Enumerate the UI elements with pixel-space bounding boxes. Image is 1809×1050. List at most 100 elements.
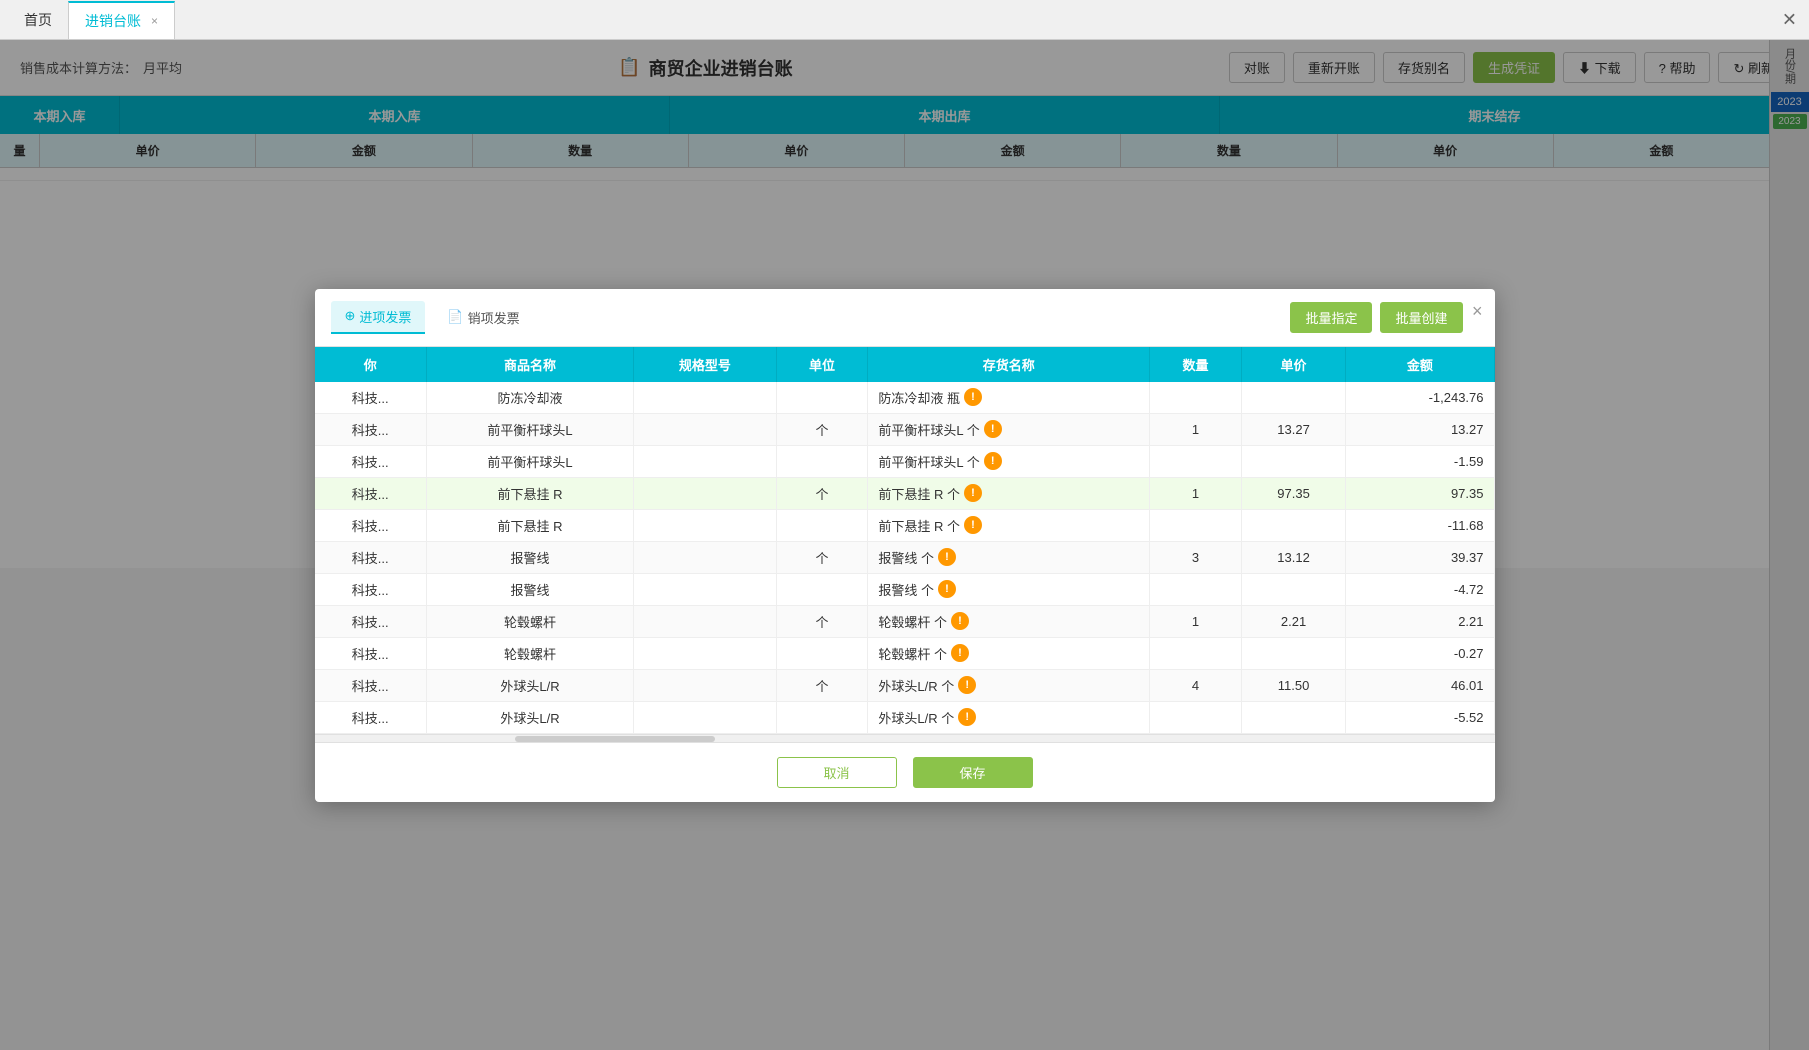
tab-bar: 首页 进销台账 × ✕ — [0, 0, 1809, 40]
cell-row4-col7: -11.68 — [1346, 509, 1494, 541]
inventory-name-row0: 防冻冷却液 瓶 — [878, 388, 960, 407]
cell-row7-col3: 个 — [776, 605, 868, 637]
scrollbar-thumb[interactable] — [515, 736, 715, 742]
cell-row2-col4[interactable]: 前平衡杆球头L 个! — [868, 445, 1150, 477]
cell-row7-col7: 2.21 — [1346, 605, 1494, 637]
warning-icon-row0[interactable]: ! — [964, 388, 982, 406]
cell-row6-col1: 报警线 — [426, 573, 633, 605]
cell-row9-col4[interactable]: 外球头L/R 个! — [868, 669, 1150, 701]
cell-row2-col0: 科技... — [315, 445, 427, 477]
cell-row7-col1: 轮毂螺杆 — [426, 605, 633, 637]
cell-row1-col6: 13.27 — [1241, 413, 1345, 445]
cell-row2-col1: 前平衡杆球头L — [426, 445, 633, 477]
cell-row4-col0: 科技... — [315, 509, 427, 541]
cell-row10-col3 — [776, 701, 868, 733]
table-row: 科技...轮毂螺杆个轮毂螺杆 个!12.212.21 — [315, 605, 1495, 637]
warning-icon-row2[interactable]: ! — [984, 452, 1002, 470]
inventory-name-row2: 前平衡杆球头L 个 — [878, 452, 979, 471]
warning-icon-row7[interactable]: ! — [951, 612, 969, 630]
inventory-name-row9: 外球头L/R 个 — [878, 676, 954, 695]
cell-row8-col4[interactable]: 轮毂螺杆 个! — [868, 637, 1150, 669]
cell-row2-col5 — [1150, 445, 1242, 477]
warning-icon-row10[interactable]: ! — [958, 708, 976, 726]
tab-outgoing-invoice[interactable]: 📄 销项发票 — [433, 302, 533, 333]
cell-row1-col1: 前平衡杆球头L — [426, 413, 633, 445]
cell-row0-col2 — [634, 382, 776, 414]
warning-icon-row4[interactable]: ! — [964, 516, 982, 534]
inventory-name-row8: 轮毂螺杆 个 — [878, 644, 947, 663]
tab-active[interactable]: 进销台账 × — [68, 1, 175, 39]
cell-row1-col4[interactable]: 前平衡杆球头L 个! — [868, 413, 1150, 445]
modal-header: ⊕ 进项发票 📄 销项发票 批量指定 批量创建 × — [315, 289, 1495, 347]
tab-close-icon[interactable]: × — [151, 14, 158, 28]
inventory-name-row1: 前平衡杆球头L 个 — [878, 420, 979, 439]
tab-home[interactable]: 首页 — [8, 2, 68, 38]
th-spec: 规格型号 — [634, 347, 776, 382]
outgoing-icon: 📄 — [447, 309, 463, 325]
cell-row0-col4[interactable]: 防冻冷却液 瓶! — [868, 382, 1150, 414]
cell-row7-col2 — [634, 605, 776, 637]
window-close-button[interactable]: ✕ — [1782, 9, 1797, 30]
cell-row2-col6 — [1241, 445, 1345, 477]
cell-row7-col5: 1 — [1150, 605, 1242, 637]
cell-row10-col0: 科技... — [315, 701, 427, 733]
table-row: 科技...前下悬挂 R个前下悬挂 R 个!197.3597.35 — [315, 477, 1495, 509]
table-scrollbar[interactable] — [315, 734, 1495, 742]
cell-row3-col2 — [634, 477, 776, 509]
cell-row8-col7: -0.27 — [1346, 637, 1494, 669]
table-row: 科技...报警线个报警线 个!313.1239.37 — [315, 541, 1495, 573]
cell-row5-col7: 39.37 — [1346, 541, 1494, 573]
cell-row3-col4[interactable]: 前下悬挂 R 个! — [868, 477, 1150, 509]
cell-row8-col0: 科技... — [315, 637, 427, 669]
modal-body: 你 商品名称 规格型号 单位 存货名称 数量 单价 金额 科技...防冻冷却液防… — [315, 347, 1495, 734]
cell-row8-col6 — [1241, 637, 1345, 669]
cell-row9-col6: 11.50 — [1241, 669, 1345, 701]
cell-row4-col4[interactable]: 前下悬挂 R 个! — [868, 509, 1150, 541]
warning-icon-row8[interactable]: ! — [951, 644, 969, 662]
save-button[interactable]: 保存 — [913, 757, 1033, 788]
th-amount: 金额 — [1346, 347, 1494, 382]
modal-close-button[interactable]: × — [1472, 301, 1483, 322]
cell-row4-col5 — [1150, 509, 1242, 541]
cell-row6-col0: 科技... — [315, 573, 427, 605]
warning-icon-row1[interactable]: ! — [984, 420, 1002, 438]
cell-row9-col3: 个 — [776, 669, 868, 701]
table-row: 科技...报警线报警线 个!-4.72 — [315, 573, 1495, 605]
warning-icon-row5[interactable]: ! — [938, 548, 956, 566]
modal-footer: 取消 保存 — [315, 742, 1495, 802]
cell-row3-col3: 个 — [776, 477, 868, 509]
cancel-button[interactable]: 取消 — [777, 757, 897, 788]
batch-create-button[interactable]: 批量创建 — [1380, 302, 1462, 333]
inventory-name-row7: 轮毂螺杆 个 — [878, 612, 947, 631]
cell-row5-col4[interactable]: 报警线 个! — [868, 541, 1150, 573]
table-row: 科技...前平衡杆球头L个前平衡杆球头L 个!113.2713.27 — [315, 413, 1495, 445]
cell-row7-col6: 2.21 — [1241, 605, 1345, 637]
cell-row10-col2 — [634, 701, 776, 733]
th-quantity: 数量 — [1150, 347, 1242, 382]
cell-row1-col7: 13.27 — [1346, 413, 1494, 445]
cell-row6-col5 — [1150, 573, 1242, 605]
warning-icon-row6[interactable]: ! — [938, 580, 956, 598]
cell-row7-col4[interactable]: 轮毂螺杆 个! — [868, 605, 1150, 637]
th-unit: 单位 — [776, 347, 868, 382]
tab-outgoing-label: 销项发票 — [468, 308, 520, 327]
cell-row0-col7: -1,243.76 — [1346, 382, 1494, 414]
cell-row4-col6 — [1241, 509, 1345, 541]
batch-assign-button[interactable]: 批量指定 — [1290, 302, 1372, 333]
th-product-name: 商品名称 — [426, 347, 633, 382]
cell-row3-col0: 科技... — [315, 477, 427, 509]
warning-icon-row3[interactable]: ! — [964, 484, 982, 502]
warning-icon-row9[interactable]: ! — [958, 676, 976, 694]
th-price: 单价 — [1241, 347, 1345, 382]
table-row: 科技...前下悬挂 R前下悬挂 R 个!-11.68 — [315, 509, 1495, 541]
cell-row10-col4[interactable]: 外球头L/R 个! — [868, 701, 1150, 733]
cell-row5-col6: 13.12 — [1241, 541, 1345, 573]
cell-row9-col2 — [634, 669, 776, 701]
cell-row6-col4[interactable]: 报警线 个! — [868, 573, 1150, 605]
tab-incoming-invoice[interactable]: ⊕ 进项发票 — [331, 301, 426, 334]
cell-row0-col1: 防冻冷却液 — [426, 382, 633, 414]
invoice-table: 你 商品名称 规格型号 单位 存货名称 数量 单价 金额 科技...防冻冷却液防… — [315, 347, 1495, 734]
cell-row4-col2 — [634, 509, 776, 541]
cell-row3-col7: 97.35 — [1346, 477, 1494, 509]
th-inventory-name: 存货名称 — [868, 347, 1150, 382]
